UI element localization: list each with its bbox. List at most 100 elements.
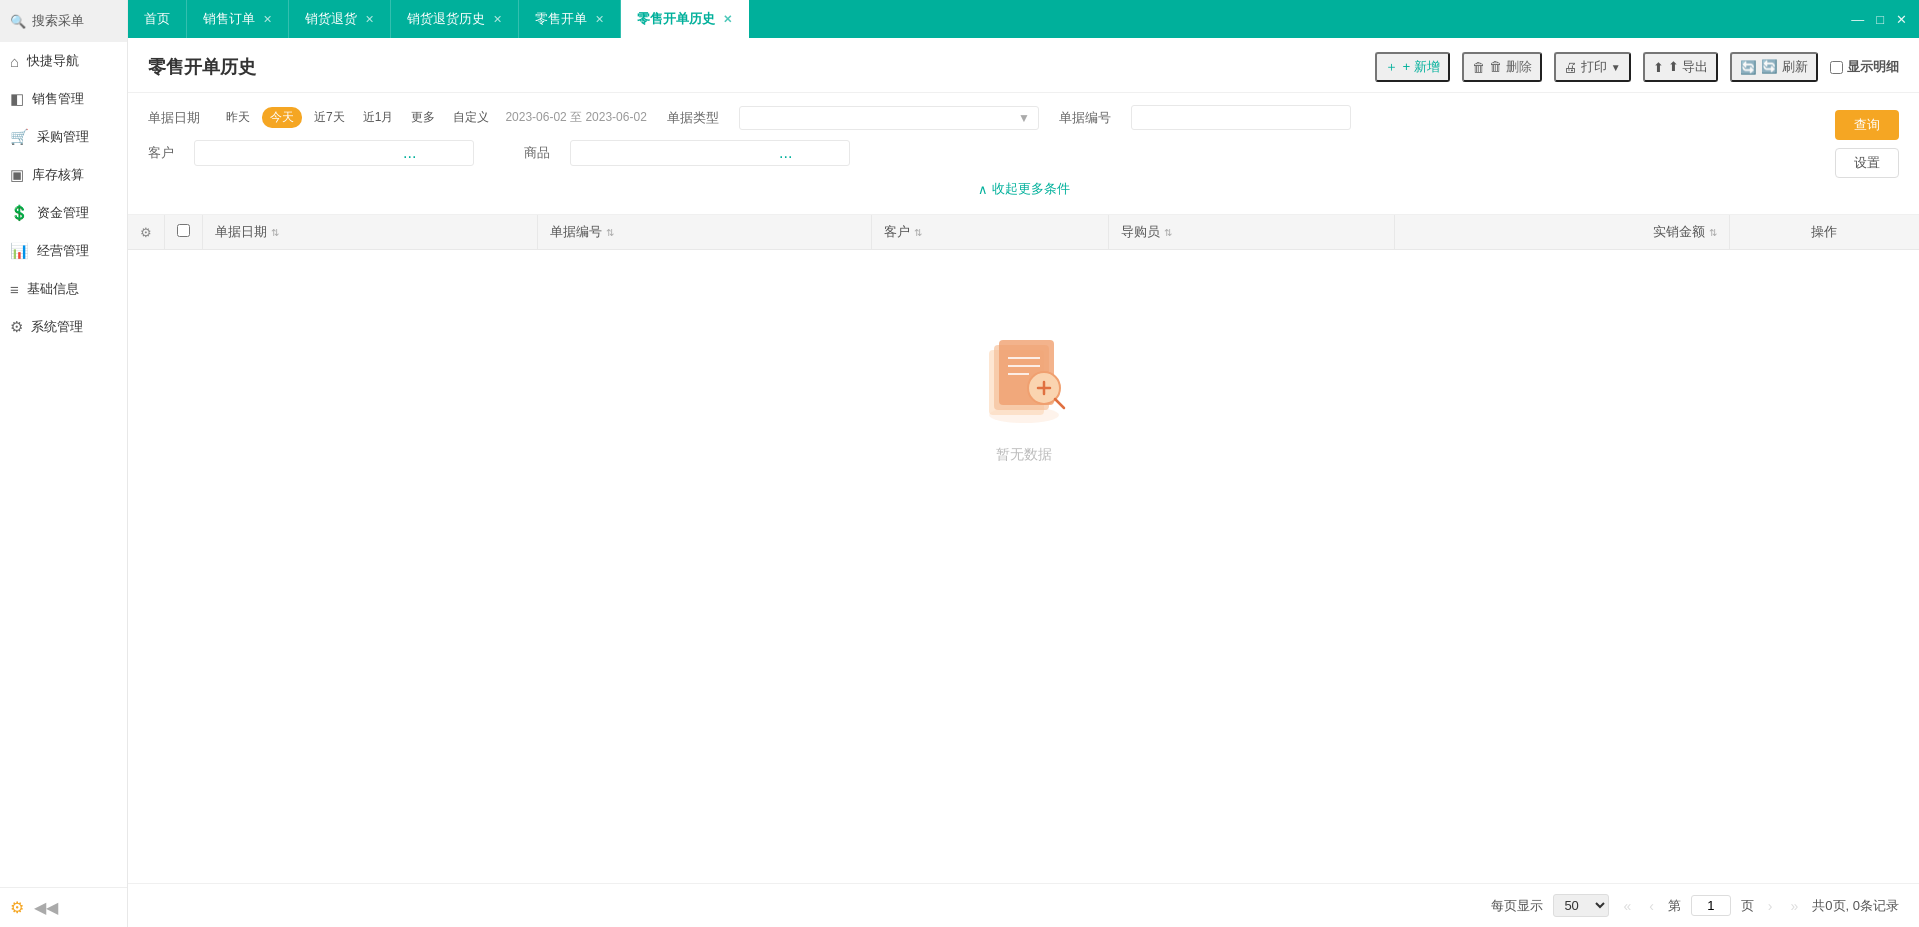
close-tab-sales-order[interactable]: ✕ bbox=[263, 13, 272, 26]
dropdown-chevron-icon: ▼ bbox=[1018, 111, 1030, 125]
sidebar-search-label: 搜索采单 bbox=[32, 12, 84, 30]
sidebar-item-basic-info[interactable]: ≡ 基础信息 bbox=[0, 270, 127, 308]
next-page-btn[interactable]: › bbox=[1764, 896, 1777, 916]
page-header: 零售开单历史 ＋ + 新增 🗑 🗑 删除 🖨 打印 ▼ ⬆ ⬆ 导出 bbox=[128, 38, 1919, 93]
sidebar-item-system-mgmt[interactable]: ⚙ 系统管理 bbox=[0, 308, 127, 346]
page-label: 第 bbox=[1668, 897, 1681, 915]
collapse-filter-btn[interactable]: ∧ 收起更多条件 bbox=[148, 176, 1899, 206]
th-gear[interactable]: ⚙ bbox=[128, 215, 165, 250]
tab-sales-return-history[interactable]: 销货退货历史 ✕ bbox=[391, 0, 519, 38]
date-btn-last-month[interactable]: 近1月 bbox=[357, 107, 400, 128]
date-btn-more[interactable]: 更多 bbox=[405, 107, 441, 128]
customer-input[interactable] bbox=[203, 146, 403, 161]
th-checkbox bbox=[165, 215, 203, 250]
sort-date-icon[interactable]: ⇅ bbox=[271, 227, 279, 238]
bill-no-input[interactable] bbox=[1131, 105, 1351, 130]
customer-input-wrapper: ... bbox=[194, 140, 474, 166]
query-button[interactable]: 查询 bbox=[1835, 110, 1899, 140]
close-tab-sales-return[interactable]: ✕ bbox=[365, 13, 374, 26]
sidebar-item-quick-nav[interactable]: ⌂ 快捷导航 bbox=[0, 42, 127, 80]
last-page-btn[interactable]: » bbox=[1787, 896, 1803, 916]
per-page-select[interactable]: 50 10 20 100 bbox=[1553, 894, 1609, 917]
table-container: ⚙ 单据日期 ⇅ 单据编号 bbox=[128, 215, 1919, 883]
display-detail-toggle[interactable]: 显示明细 bbox=[1830, 58, 1899, 76]
tab-sales-order[interactable]: 销售订单 ✕ bbox=[187, 0, 289, 38]
top-nav: 首页 销售订单 ✕ 销货退货 ✕ 销货退货历史 ✕ 零售开单 ✕ 零售开单历史 … bbox=[128, 0, 1919, 38]
sidebar-item-label: 资金管理 bbox=[37, 204, 89, 222]
bill-type-label: 单据类型 bbox=[667, 109, 719, 127]
close-tab-retail-open[interactable]: ✕ bbox=[595, 13, 604, 26]
sidebar-item-inventory[interactable]: ▣ 库存核算 bbox=[0, 156, 127, 194]
collapse-sidebar-icon[interactable]: ◀◀ bbox=[34, 898, 58, 917]
purchase-icon: 🛒 bbox=[10, 128, 29, 146]
th-no: 单据编号 ⇅ bbox=[537, 215, 872, 250]
th-date: 单据日期 ⇅ bbox=[203, 215, 538, 250]
date-btn-yesterday[interactable]: 昨天 bbox=[220, 107, 256, 128]
sort-amount-icon[interactable]: ⇅ bbox=[1709, 227, 1717, 238]
gear-icon: ⚙ bbox=[140, 225, 152, 240]
select-all-checkbox[interactable] bbox=[177, 224, 190, 237]
sidebar-item-label: 基础信息 bbox=[27, 280, 79, 298]
operations-icon: 📊 bbox=[10, 242, 29, 260]
sidebar-item-purchase-mgmt[interactable]: 🛒 采购管理 bbox=[0, 118, 127, 156]
window-close-btn[interactable]: ✕ bbox=[1896, 12, 1907, 27]
filter-row-1: 单据日期 昨天 今天 近7天 近1月 更多 自定义 2023-06-02 至 2… bbox=[148, 105, 1899, 130]
basic-icon: ≡ bbox=[10, 281, 19, 298]
sidebar-item-operations[interactable]: 📊 经营管理 bbox=[0, 232, 127, 270]
tab-retail-open[interactable]: 零售开单 ✕ bbox=[519, 0, 621, 38]
product-input-wrapper: ... bbox=[570, 140, 850, 166]
customer-search-icon[interactable]: ... bbox=[403, 144, 416, 162]
page-title: 零售开单历史 bbox=[148, 55, 256, 79]
tab-retail-history[interactable]: 零售开单历史 ✕ bbox=[621, 0, 749, 38]
close-tab-sales-return-history[interactable]: ✕ bbox=[493, 13, 502, 26]
table-header-row: ⚙ 单据日期 ⇅ 单据编号 bbox=[128, 215, 1919, 250]
svg-line-10 bbox=[1055, 399, 1064, 408]
sidebar: 🔍 搜索采单 ⌂ 快捷导航 ◧ 销售管理 🛒 采购管理 ▣ 库存核算 💲 资金管… bbox=[0, 0, 128, 927]
page-unit: 页 bbox=[1741, 897, 1754, 915]
refresh-button[interactable]: 🔄 🔄 刷新 bbox=[1730, 52, 1818, 82]
sidebar-item-label: 采购管理 bbox=[37, 128, 89, 146]
window-max-btn[interactable]: □ bbox=[1876, 12, 1884, 27]
date-btn-custom[interactable]: 自定义 bbox=[447, 107, 495, 128]
sort-guide-icon[interactable]: ⇅ bbox=[1164, 227, 1172, 238]
delete-button[interactable]: 🗑 🗑 删除 bbox=[1462, 52, 1542, 82]
total-label: 共0页, 0条记录 bbox=[1812, 897, 1899, 915]
tab-sales-return[interactable]: 销货退货 ✕ bbox=[289, 0, 391, 38]
add-button[interactable]: ＋ + 新增 bbox=[1375, 52, 1450, 82]
th-guide: 导购员 ⇅ bbox=[1109, 215, 1395, 250]
sort-no-icon[interactable]: ⇅ bbox=[606, 227, 614, 238]
sidebar-search[interactable]: 🔍 搜索采单 bbox=[0, 0, 127, 42]
tab-home[interactable]: 首页 bbox=[128, 0, 187, 38]
window-min-btn[interactable]: — bbox=[1851, 12, 1864, 27]
date-range-display: 2023-06-02 至 2023-06-02 bbox=[505, 109, 646, 126]
product-search-icon[interactable]: ... bbox=[779, 144, 792, 162]
sidebar-item-sales-mgmt[interactable]: ◧ 销售管理 bbox=[0, 80, 127, 118]
sidebar-item-finance[interactable]: 💲 资金管理 bbox=[0, 194, 127, 232]
finance-icon: 💲 bbox=[10, 204, 29, 222]
empty-state-label: 暂无数据 bbox=[996, 446, 1052, 464]
first-page-btn[interactable]: « bbox=[1619, 896, 1635, 916]
print-button[interactable]: 🖨 打印 ▼ bbox=[1554, 52, 1631, 82]
prev-page-btn[interactable]: ‹ bbox=[1645, 896, 1658, 916]
product-label: 商品 bbox=[524, 144, 550, 162]
bill-type-dropdown[interactable]: ▼ bbox=[739, 106, 1039, 130]
close-tab-retail-history[interactable]: ✕ bbox=[723, 13, 732, 26]
product-input[interactable] bbox=[579, 146, 779, 161]
data-table: ⚙ 单据日期 ⇅ 单据编号 bbox=[128, 215, 1919, 250]
export-button[interactable]: ⬆ ⬆ 导出 bbox=[1643, 52, 1719, 82]
page-header-actions: ＋ + 新增 🗑 🗑 删除 🖨 打印 ▼ ⬆ ⬆ 导出 🔄 bbox=[1375, 52, 1899, 82]
pagination: 每页显示 50 10 20 100 « ‹ 第 页 › » 共0页, 0条记录 bbox=[128, 883, 1919, 927]
refresh-icon: 🔄 bbox=[1740, 60, 1757, 75]
settings-button[interactable]: 设置 bbox=[1835, 148, 1899, 178]
th-action: 操作 bbox=[1729, 215, 1919, 250]
page-number-input[interactable] bbox=[1691, 895, 1731, 916]
sort-customer-icon[interactable]: ⇅ bbox=[914, 227, 922, 238]
display-detail-checkbox[interactable] bbox=[1830, 61, 1843, 74]
query-settings-panel: 查询 设置 bbox=[1835, 110, 1899, 178]
date-btn-last7[interactable]: 近7天 bbox=[308, 107, 351, 128]
settings-icon[interactable]: ⚙ bbox=[10, 898, 24, 917]
search-icon: 🔍 bbox=[10, 14, 26, 29]
date-btn-today[interactable]: 今天 bbox=[262, 107, 302, 128]
empty-state: 暂无数据 bbox=[128, 250, 1919, 544]
empty-state-icon bbox=[964, 330, 1084, 430]
